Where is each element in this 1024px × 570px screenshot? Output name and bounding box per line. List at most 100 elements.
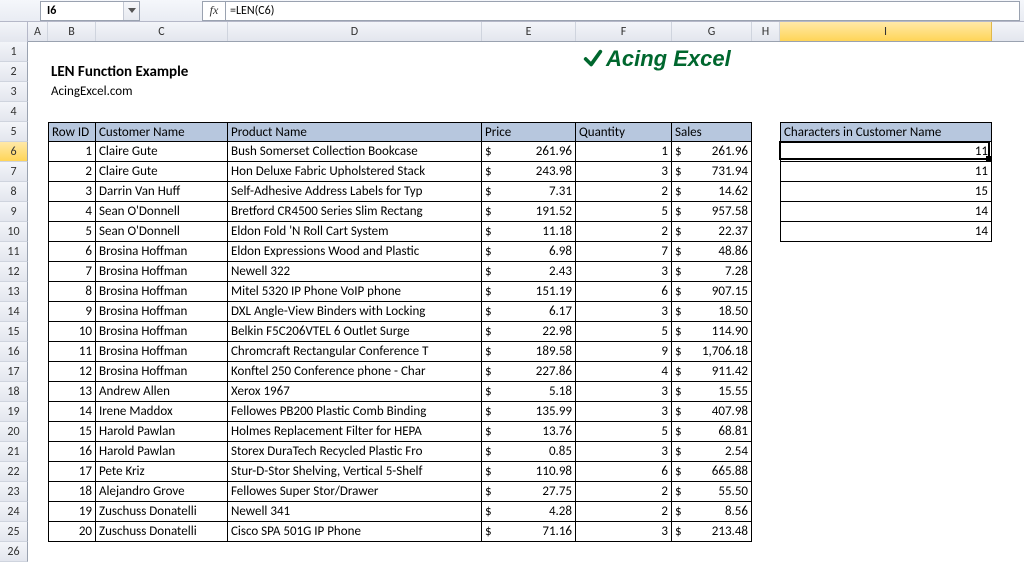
row-header-9[interactable]: 9 [0, 202, 28, 222]
col-header-H[interactable]: H [752, 22, 780, 41]
name-box[interactable]: I6 [40, 1, 140, 21]
cell[interactable] [48, 102, 96, 122]
row-header-8[interactable]: 8 [0, 182, 28, 202]
cell[interactable] [752, 222, 780, 242]
table-header-rowid[interactable]: Row ID [48, 122, 96, 142]
row-header-12[interactable]: 12 [0, 262, 28, 282]
row-header-3[interactable]: 3 [0, 82, 28, 102]
cell-rowid[interactable]: 8 [48, 282, 96, 302]
cell-rowid[interactable]: 16 [48, 442, 96, 462]
formula-input[interactable]: =LEN(C6) [226, 1, 1020, 21]
cell-product[interactable]: Eldon Expressions Wood and Plastic [228, 242, 482, 262]
col-header-F[interactable]: F [576, 22, 672, 41]
cell-qty[interactable]: 1 [576, 142, 672, 162]
cell-rowid[interactable]: 14 [48, 402, 96, 422]
cell-len[interactable]: 14 [780, 222, 992, 242]
row-header-24[interactable]: 24 [0, 502, 28, 522]
cell-customer[interactable]: Harold Pawlan [96, 422, 228, 442]
cell-sales[interactable]: $68.81 [672, 422, 752, 442]
cell-price[interactable]: $261.96 [482, 142, 576, 162]
cell[interactable] [28, 262, 48, 282]
cell-price[interactable]: $7.31 [482, 182, 576, 202]
cell-price[interactable]: $27.75 [482, 482, 576, 502]
cell-rowid[interactable]: 19 [48, 502, 96, 522]
cell[interactable] [780, 462, 992, 482]
cell-qty[interactable]: 4 [576, 362, 672, 382]
cell-qty[interactable]: 2 [576, 482, 672, 502]
cell[interactable] [28, 322, 48, 342]
cell[interactable] [28, 342, 48, 362]
cell-sales[interactable]: $665.88 [672, 462, 752, 482]
cell-rowid[interactable]: 7 [48, 262, 96, 282]
cell-rowid[interactable]: 2 [48, 162, 96, 182]
cell[interactable] [780, 522, 992, 542]
cell-product[interactable]: Fellowes Super Stor/Drawer [228, 482, 482, 502]
cell[interactable] [482, 102, 576, 122]
cell-customer[interactable]: Brosina Hoffman [96, 242, 228, 262]
cell-product[interactable]: Chromcraft Rectangular Conference T [228, 342, 482, 362]
cell[interactable] [228, 62, 482, 82]
cell[interactable] [780, 302, 992, 322]
cell[interactable] [482, 62, 576, 82]
cell[interactable] [28, 122, 48, 142]
cell-price[interactable]: $13.76 [482, 422, 576, 442]
cell-product[interactable]: Cisco SPA 501G IP Phone [228, 522, 482, 542]
cell[interactable] [96, 542, 228, 562]
cell[interactable] [28, 102, 48, 122]
cell[interactable] [96, 42, 228, 62]
cell-price[interactable]: $189.58 [482, 342, 576, 362]
row-header-7[interactable]: 7 [0, 162, 28, 182]
cell[interactable] [28, 42, 48, 62]
cell[interactable] [28, 402, 48, 422]
cell-rowid[interactable]: 9 [48, 302, 96, 322]
cell-product[interactable]: Storex DuraTech Recycled Plastic Fro [228, 442, 482, 462]
name-box-dropdown[interactable] [123, 2, 139, 20]
cell-qty[interactable]: 3 [576, 442, 672, 462]
cell[interactable] [228, 542, 482, 562]
cell-rowid[interactable]: 6 [48, 242, 96, 262]
cell[interactable] [780, 542, 992, 562]
row-header-18[interactable]: 18 [0, 382, 28, 402]
cell[interactable] [96, 82, 228, 102]
cell-qty[interactable]: 2 [576, 182, 672, 202]
cell[interactable] [752, 262, 780, 282]
row-header-23[interactable]: 23 [0, 482, 28, 502]
cell-price[interactable]: $22.98 [482, 322, 576, 342]
cell-sales[interactable]: $2.54 [672, 442, 752, 462]
cell[interactable] [780, 382, 992, 402]
cell-customer[interactable]: Claire Gute [96, 162, 228, 182]
cell[interactable] [28, 162, 48, 182]
cell-qty[interactable]: 9 [576, 342, 672, 362]
cell-customer[interactable]: Brosina Hoffman [96, 282, 228, 302]
table-header-customer[interactable]: Customer Name [96, 122, 228, 142]
cell-qty[interactable]: 5 [576, 202, 672, 222]
cell-product[interactable]: Bretford CR4500 Series Slim Rectang [228, 202, 482, 222]
cell[interactable] [48, 42, 96, 62]
cell-product[interactable]: Holmes Replacement Filter for HEPA [228, 422, 482, 442]
cell-sales[interactable]: $213.48 [672, 522, 752, 542]
cell[interactable] [780, 402, 992, 422]
cell-rowid[interactable]: 13 [48, 382, 96, 402]
cell-qty[interactable]: 5 [576, 422, 672, 442]
cell[interactable] [780, 502, 992, 522]
cell[interactable] [752, 382, 780, 402]
cell[interactable] [780, 322, 992, 342]
cell-rowid[interactable]: 10 [48, 322, 96, 342]
cell-sales[interactable]: $7.28 [672, 262, 752, 282]
cell-product[interactable]: Mitel 5320 IP Phone VoIP phone [228, 282, 482, 302]
cell[interactable] [482, 542, 576, 562]
cell[interactable] [780, 482, 992, 502]
cell-price[interactable]: $4.28 [482, 502, 576, 522]
cell-qty[interactable]: 3 [576, 302, 672, 322]
cell-len[interactable]: 15 [780, 182, 992, 202]
cell-rowid[interactable]: 4 [48, 202, 96, 222]
cell-product[interactable]: Xerox 1967 [228, 382, 482, 402]
cell-price[interactable]: $110.98 [482, 462, 576, 482]
cell-qty[interactable]: 3 [576, 162, 672, 182]
cell[interactable] [576, 542, 672, 562]
cell[interactable] [780, 262, 992, 282]
row-header-11[interactable]: 11 [0, 242, 28, 262]
cell[interactable] [780, 62, 992, 82]
cell-qty[interactable]: 6 [576, 282, 672, 302]
cell-price[interactable]: $71.16 [482, 522, 576, 542]
